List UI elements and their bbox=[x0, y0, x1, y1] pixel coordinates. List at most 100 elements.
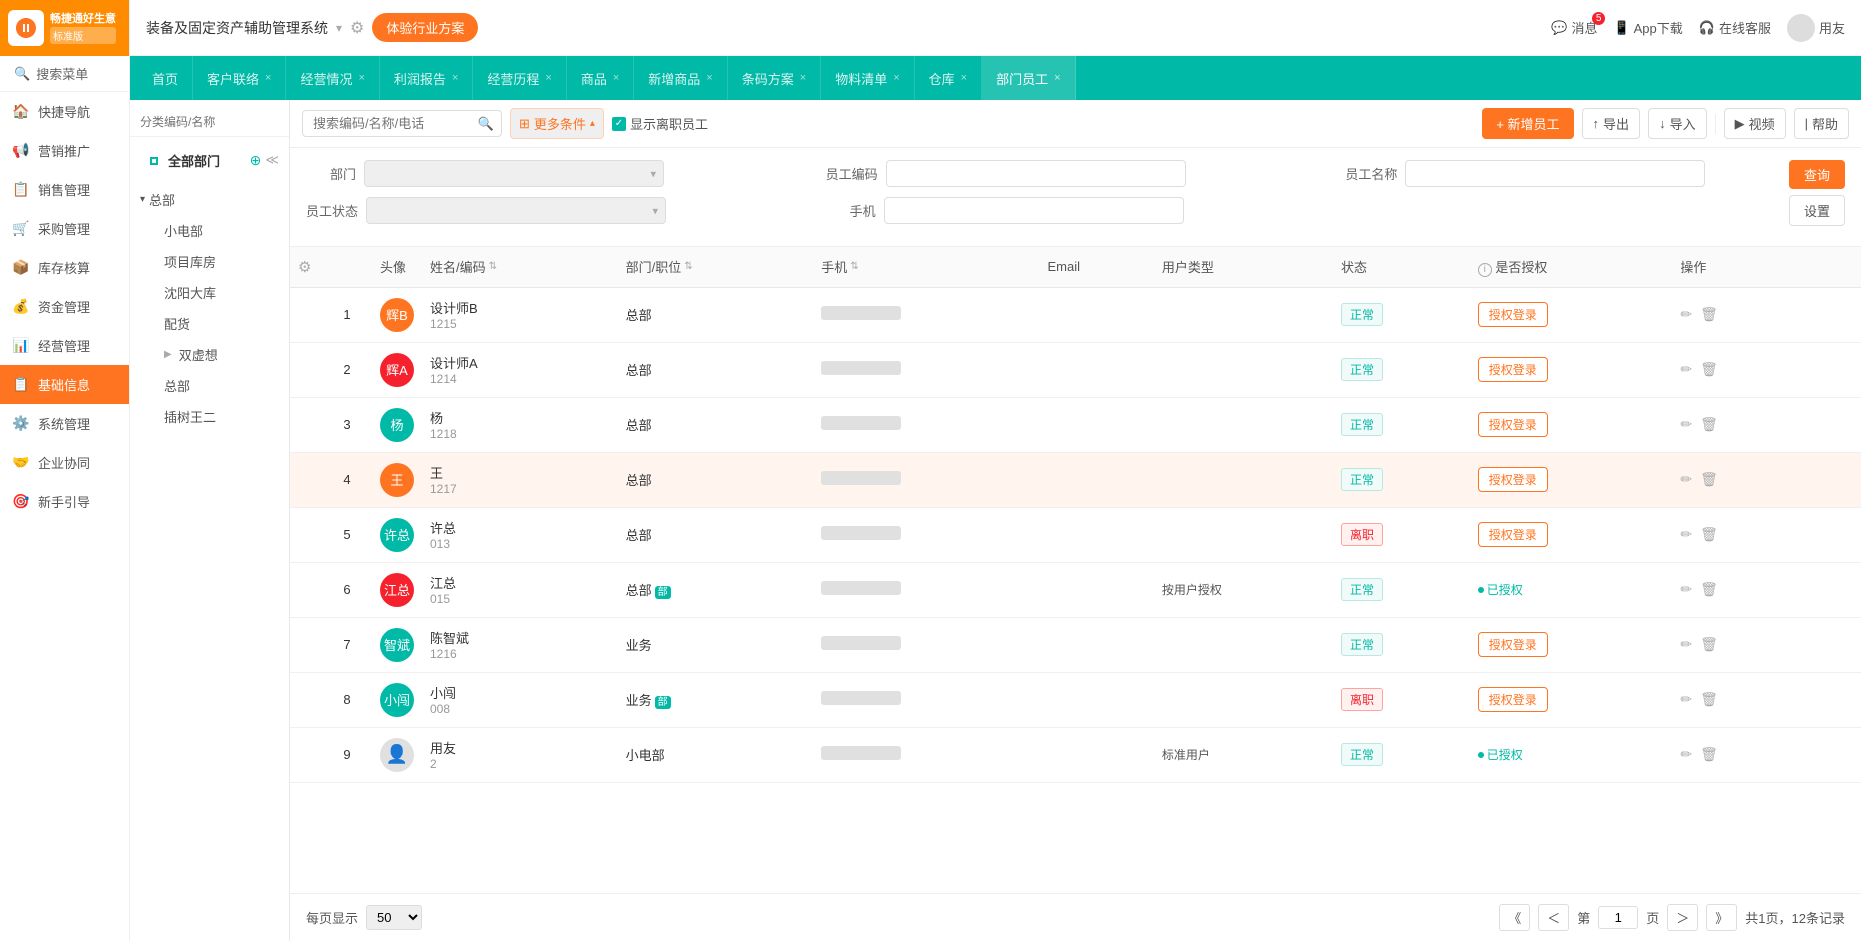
sidebar-item-corp-collab[interactable]: 🤝 企业协同 bbox=[0, 443, 129, 482]
help-btn[interactable]: | 帮助 bbox=[1794, 108, 1849, 139]
tab-warehouse[interactable]: 仓库 × bbox=[915, 56, 982, 100]
dept-item-xiaodibu[interactable]: 小电部 bbox=[150, 215, 289, 246]
tab-home[interactable]: 首页 bbox=[138, 56, 193, 100]
dept-item-peihuo[interactable]: 配货 bbox=[150, 308, 289, 339]
prev-page-btn[interactable]: ＜ bbox=[1538, 904, 1569, 931]
tab-op-history[interactable]: 经营历程 × bbox=[473, 56, 566, 100]
auth-login-btn[interactable]: 授权登录 bbox=[1478, 467, 1548, 492]
topbar-gear-icon[interactable]: ⚙ bbox=[350, 18, 364, 38]
first-page-btn[interactable]: 《 bbox=[1499, 904, 1530, 931]
dept-add-icon[interactable]: ⊕ bbox=[250, 152, 262, 169]
tab-close-goods[interactable]: × bbox=[613, 72, 619, 84]
page-input[interactable] bbox=[1598, 906, 1638, 929]
message-item[interactable]: 💬 消息 5 bbox=[1551, 18, 1597, 37]
edit-icon[interactable]: ✏ bbox=[1680, 581, 1692, 598]
show-inactive-label[interactable]: 显示离职员工 bbox=[612, 114, 708, 133]
tab-operation-status[interactable]: 经营情况 × bbox=[286, 56, 379, 100]
tab-close-warehouse[interactable]: × bbox=[961, 72, 967, 84]
tab-bom[interactable]: 物料清单 × bbox=[821, 56, 914, 100]
edit-icon[interactable]: ✏ bbox=[1680, 361, 1692, 378]
sidebar-item-quick-nav[interactable]: 🏠 快捷导航 bbox=[0, 92, 129, 131]
dept-item-shenyang[interactable]: 沈阳大库 bbox=[150, 277, 289, 308]
edit-icon[interactable]: ✏ bbox=[1680, 416, 1692, 433]
auth-login-btn[interactable]: 授权登录 bbox=[1478, 302, 1548, 327]
tab-close-customer[interactable]: × bbox=[265, 72, 271, 84]
import-btn[interactable]: ↓ 导入 bbox=[1648, 108, 1707, 139]
tab-close-barcode[interactable]: × bbox=[800, 72, 806, 84]
edit-icon[interactable]: ✏ bbox=[1680, 636, 1692, 653]
delete-icon[interactable]: 🗑 bbox=[1700, 306, 1718, 323]
filter-status-select[interactable] bbox=[366, 197, 666, 224]
edit-icon[interactable]: ✏ bbox=[1680, 526, 1692, 543]
sidebar-item-basic-info[interactable]: 📋 基础信息 bbox=[0, 365, 129, 404]
sidebar-item-finance[interactable]: 💰 资金管理 bbox=[0, 287, 129, 326]
auth-login-btn[interactable]: 授权登录 bbox=[1478, 632, 1548, 657]
add-employee-btn[interactable]: + 新增员工 bbox=[1482, 108, 1573, 139]
filter-phone-input[interactable] bbox=[884, 197, 1184, 224]
edit-icon[interactable]: ✏ bbox=[1680, 691, 1692, 708]
delete-icon[interactable]: 🗑 bbox=[1700, 416, 1718, 433]
dept-item-chashuwang[interactable]: 插树王二 bbox=[150, 401, 289, 432]
dept-tree-parent-zongbu[interactable]: ▾ 总部 bbox=[130, 184, 289, 215]
sidebar-item-system[interactable]: ⚙️ 系统管理 bbox=[0, 404, 129, 443]
export-btn[interactable]: ↑ 导出 bbox=[1582, 108, 1641, 139]
next-page-btn[interactable]: ＞ bbox=[1667, 904, 1698, 931]
search-submit-icon[interactable]: 🔍 bbox=[478, 116, 494, 132]
app-download-item[interactable]: 📱 App下载 bbox=[1613, 18, 1682, 37]
filter-empname-input[interactable] bbox=[1405, 160, 1705, 187]
set-btn[interactable]: 设置 bbox=[1789, 195, 1845, 226]
tab-barcode[interactable]: 条码方案 × bbox=[728, 56, 821, 100]
tab-close-add-goods[interactable]: × bbox=[706, 72, 712, 84]
tab-profit[interactable]: 利润报告 × bbox=[380, 56, 473, 100]
filter-dept-select[interactable] bbox=[364, 160, 664, 187]
th-phone-sort[interactable]: 手机 ⇅ bbox=[821, 257, 1031, 276]
dept-search-input[interactable] bbox=[140, 115, 290, 129]
video-btn[interactable]: ▶ 视频 bbox=[1724, 108, 1786, 139]
show-inactive-checkbox[interactable] bbox=[612, 117, 626, 131]
tab-customer[interactable]: 客户联络 × bbox=[193, 56, 286, 100]
auth-login-btn[interactable]: 授权登录 bbox=[1478, 687, 1548, 712]
tab-close-profit[interactable]: × bbox=[452, 72, 458, 84]
delete-icon[interactable]: 🗑 bbox=[1700, 746, 1718, 763]
search-input[interactable] bbox=[302, 110, 502, 137]
delete-icon[interactable]: 🗑 bbox=[1700, 636, 1718, 653]
tab-close-bom[interactable]: × bbox=[893, 72, 899, 84]
delete-icon[interactable]: 🗑 bbox=[1700, 361, 1718, 378]
sidebar-item-guide[interactable]: 🎯 新手引导 bbox=[0, 482, 129, 521]
query-btn[interactable]: 查询 bbox=[1789, 160, 1845, 189]
tab-add-goods[interactable]: 新增商品 × bbox=[634, 56, 727, 100]
edit-icon[interactable]: ✏ bbox=[1680, 306, 1692, 323]
info-icon[interactable]: i bbox=[1478, 263, 1492, 277]
sidebar-item-inventory[interactable]: 📦 库存核算 bbox=[0, 248, 129, 287]
topbar-dropdown-arrow[interactable]: ▾ bbox=[336, 21, 342, 35]
sidebar-item-operation[interactable]: 📊 经营管理 bbox=[0, 326, 129, 365]
auth-login-btn[interactable]: 授权登录 bbox=[1478, 412, 1548, 437]
delete-icon[interactable]: 🗑 bbox=[1700, 526, 1718, 543]
dept-item-xiangmu[interactable]: 项目库房 bbox=[150, 246, 289, 277]
th-name-sort[interactable]: 姓名/编码 ⇅ bbox=[430, 257, 610, 276]
sidebar-item-sales[interactable]: 📋 销售管理 bbox=[0, 170, 129, 209]
sidebar-item-purchase[interactable]: 🛒 采购管理 bbox=[0, 209, 129, 248]
last-page-btn[interactable]: 》 bbox=[1706, 904, 1737, 931]
tab-dept-employee[interactable]: 部门员工 × bbox=[982, 56, 1075, 100]
delete-icon[interactable]: 🗑 bbox=[1700, 581, 1718, 598]
delete-icon[interactable]: 🗑 bbox=[1700, 691, 1718, 708]
tab-close-op-status[interactable]: × bbox=[358, 72, 364, 84]
dept-collapse-icon[interactable]: ≪ bbox=[265, 152, 279, 169]
filter-empcode-input[interactable] bbox=[886, 160, 1186, 187]
col-settings-icon[interactable]: ⚙ bbox=[298, 259, 311, 276]
online-service-item[interactable]: 🎧 在线客服 bbox=[1699, 18, 1771, 37]
search-menu-item[interactable]: 🔍 搜索菜单 bbox=[0, 56, 129, 92]
dept-item-zongbu2[interactable]: 总部 bbox=[150, 370, 289, 401]
edit-icon[interactable]: ✏ bbox=[1680, 746, 1692, 763]
more-conditions-btn[interactable]: ⊞ 更多条件 ▴ bbox=[510, 108, 604, 139]
auth-login-btn[interactable]: 授权登录 bbox=[1478, 357, 1548, 382]
tab-goods[interactable]: 商品 × bbox=[567, 56, 634, 100]
page-size-select[interactable]: 50 20 100 bbox=[366, 905, 422, 930]
tab-close-op-history[interactable]: × bbox=[545, 72, 551, 84]
trial-btn[interactable]: 体验行业方案 bbox=[372, 13, 478, 42]
user-item[interactable]: 用友 bbox=[1787, 14, 1845, 42]
delete-icon[interactable]: 🗑 bbox=[1700, 471, 1718, 488]
th-dept-sort[interactable]: 部门/职位 ⇅ bbox=[626, 257, 806, 276]
tab-close-dept[interactable]: × bbox=[1054, 72, 1060, 84]
